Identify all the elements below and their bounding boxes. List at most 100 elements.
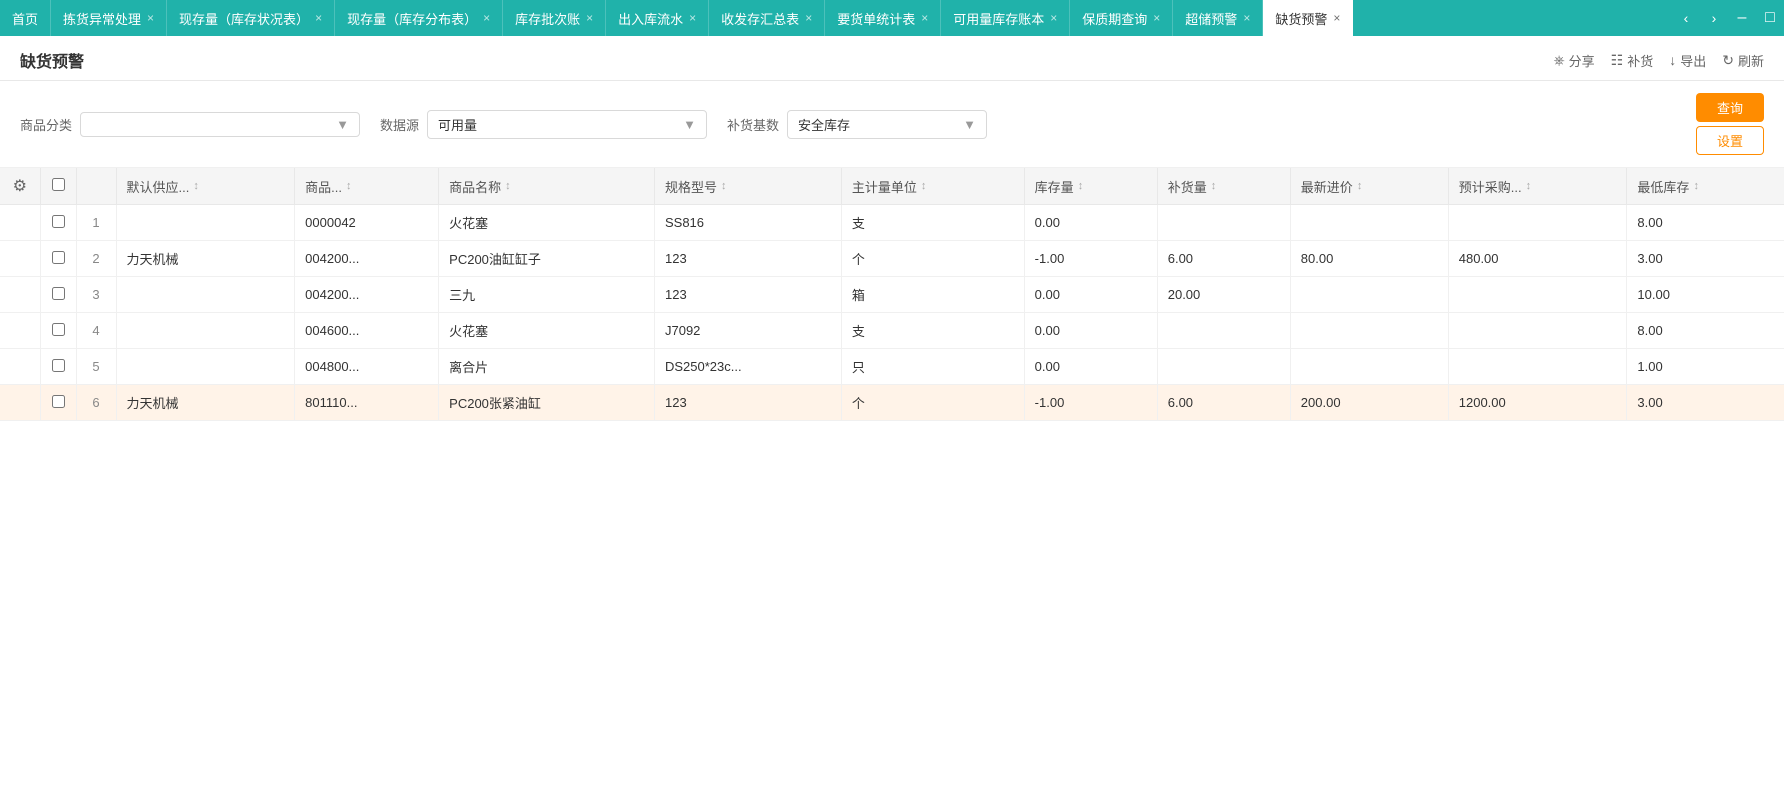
tab-close-icon-7[interactable]: × — [921, 11, 928, 25]
tab-bar: 首页拣货异常处理 ×现存量（库存状况表） ×现存量（库存分布表） ×库存批次账 … — [0, 0, 1784, 36]
tab-item-5[interactable]: 出入库流水 × — [606, 0, 709, 36]
row-index-0: 1 — [76, 205, 116, 241]
share-label: 分享 — [1569, 51, 1595, 70]
export-label: 导出 — [1680, 51, 1706, 70]
replenish-base-filter-group: 补货基数 安全库存 ▼ — [727, 110, 987, 139]
row-checkbox-5[interactable] — [52, 395, 65, 408]
tab-item-8[interactable]: 可用量库存账本 × — [941, 0, 1070, 36]
datasource-label: 数据源 — [380, 115, 419, 134]
row-product-name-2: 三九 — [439, 277, 655, 313]
tab-item-1[interactable]: 拣货异常处理 × — [51, 0, 167, 36]
category-select[interactable]: ▼ — [80, 112, 360, 137]
query-button[interactable]: 查询 — [1696, 93, 1764, 122]
filter-area: 商品分类 ▼ 数据源 可用量 ▼ 补货基数 安全库存 ▼ 查询 设置 — [0, 81, 1784, 168]
tab-prev-btn[interactable]: ‹ — [1672, 10, 1700, 26]
tab-close-icon-5[interactable]: × — [689, 11, 696, 25]
row-spec-0: SS816 — [654, 205, 841, 241]
table-row: 2力天机械004200...PC200油缸缸子123个-1.006.0080.0… — [0, 241, 1784, 277]
th-min-stock: 最低库存 ↕ — [1627, 168, 1784, 205]
tab-item-11[interactable]: 缺货预警 × — [1263, 0, 1353, 36]
replenish-btn[interactable]: ☷ 补货 — [1611, 51, 1654, 70]
tab-close-icon-6[interactable]: × — [805, 11, 812, 25]
tab-item-2[interactable]: 现存量（库存状况表） × — [167, 0, 335, 36]
select-all-checkbox[interactable] — [52, 178, 65, 191]
tab-close-icon-8[interactable]: × — [1050, 11, 1057, 25]
tab-item-4[interactable]: 库存批次账 × — [503, 0, 606, 36]
row-product-name-3: 火花塞 — [439, 313, 655, 349]
row-index-2: 3 — [76, 277, 116, 313]
row-min-stock-5: 3.00 — [1627, 385, 1784, 421]
row-unit-1: 个 — [841, 241, 1024, 277]
row-stock-4: 0.00 — [1024, 349, 1157, 385]
category-dropdown-arrow: ▼ — [336, 117, 349, 132]
row-min-stock-4: 1.00 — [1627, 349, 1784, 385]
tab-item-3[interactable]: 现存量（库存分布表） × — [335, 0, 503, 36]
table-header-row: ⚙ 默认供应... ↕ 商品... — [0, 168, 1784, 205]
tab-item-7[interactable]: 要货单统计表 × — [825, 0, 941, 36]
sort-name-icon[interactable]: ↕ — [505, 180, 511, 192]
table-row: 5004800...离合片DS250*23c...只0.001.00 — [0, 349, 1784, 385]
tab-item-0[interactable]: 首页 — [0, 0, 51, 36]
tab-close-icon-4[interactable]: × — [586, 11, 593, 25]
row-checkbox-cell-3 — [40, 313, 76, 349]
th-unit: 主计量单位 ↕ — [841, 168, 1024, 205]
tab-maximize-btn[interactable]: □ — [1756, 9, 1784, 27]
row-checkbox-4[interactable] — [52, 359, 65, 372]
tab-close-icon-1[interactable]: × — [147, 11, 154, 25]
sort-unit-icon[interactable]: ↕ — [921, 180, 927, 192]
row-unit-3: 支 — [841, 313, 1024, 349]
export-btn[interactable]: ↓ 导出 — [1669, 51, 1706, 70]
replenish-icon: ☷ — [1611, 52, 1624, 69]
sort-replenish-icon[interactable]: ↕ — [1211, 180, 1217, 192]
sort-price-icon[interactable]: ↕ — [1357, 180, 1363, 192]
row-index-4: 5 — [76, 349, 116, 385]
row-min-stock-0: 8.00 — [1627, 205, 1784, 241]
row-stock-2: 0.00 — [1024, 277, 1157, 313]
row-replenish-5: 6.00 — [1157, 385, 1290, 421]
tab-close-icon-11[interactable]: × — [1333, 11, 1340, 25]
row-estimated-purchase-3 — [1448, 313, 1627, 349]
row-min-stock-2: 10.00 — [1627, 277, 1784, 313]
settings-gear-icon[interactable]: ⚙ — [13, 178, 27, 195]
tab-item-9[interactable]: 保质期查询 × — [1070, 0, 1173, 36]
row-product-code-1: 004200... — [295, 241, 439, 277]
page-title: 缺货预警 — [20, 48, 84, 72]
settings-button[interactable]: 设置 — [1696, 126, 1764, 155]
datasource-select[interactable]: 可用量 ▼ — [427, 110, 707, 139]
table-container: ⚙ 默认供应... ↕ 商品... — [0, 168, 1784, 421]
tab-item-6[interactable]: 收发存汇总表 × — [709, 0, 825, 36]
tab-minimize-btn[interactable]: – — [1728, 9, 1756, 27]
share-btn[interactable]: ⎈ 分享 — [1553, 51, 1594, 70]
row-product-code-0: 0000042 — [295, 205, 439, 241]
row-spec-4: DS250*23c... — [654, 349, 841, 385]
row-checkbox-cell-0 — [40, 205, 76, 241]
tab-close-icon-10[interactable]: × — [1243, 11, 1250, 25]
sort-code-icon[interactable]: ↕ — [346, 180, 352, 192]
tab-close-icon-3[interactable]: × — [483, 11, 490, 25]
sort-spec-icon[interactable]: ↕ — [721, 180, 727, 192]
row-checkbox-0[interactable] — [52, 215, 65, 228]
row-unit-4: 只 — [841, 349, 1024, 385]
row-stock-1: -1.00 — [1024, 241, 1157, 277]
table-row: 10000042火花塞SS816支0.008.00 — [0, 205, 1784, 241]
row-unit-5: 个 — [841, 385, 1024, 421]
row-checkbox-3[interactable] — [52, 323, 65, 336]
sort-stock-icon[interactable]: ↕ — [1078, 180, 1084, 192]
tab-item-10[interactable]: 超储预警 × — [1173, 0, 1263, 36]
replenish-base-select[interactable]: 安全库存 ▼ — [787, 110, 987, 139]
table-row: 6力天机械801110...PC200张紧油缸123个-1.006.00200.… — [0, 385, 1784, 421]
sort-minstock-icon[interactable]: ↕ — [1693, 180, 1699, 192]
row-checkbox-2[interactable] — [52, 287, 65, 300]
refresh-btn[interactable]: ↻ 刷新 — [1722, 51, 1764, 70]
row-replenish-0 — [1157, 205, 1290, 241]
table-row: 3004200...三九123箱0.0020.0010.00 — [0, 277, 1784, 313]
row-product-code-3: 004600... — [295, 313, 439, 349]
tab-next-btn[interactable]: › — [1700, 10, 1728, 26]
row-stock-0: 0.00 — [1024, 205, 1157, 241]
row-checkbox-1[interactable] — [52, 251, 65, 264]
tab-close-icon-9[interactable]: × — [1153, 11, 1160, 25]
sort-estimated-icon[interactable]: ↕ — [1526, 180, 1532, 192]
sort-supplier-icon[interactable]: ↕ — [193, 180, 199, 192]
tab-close-icon-2[interactable]: × — [315, 11, 322, 25]
row-replenish-3 — [1157, 313, 1290, 349]
